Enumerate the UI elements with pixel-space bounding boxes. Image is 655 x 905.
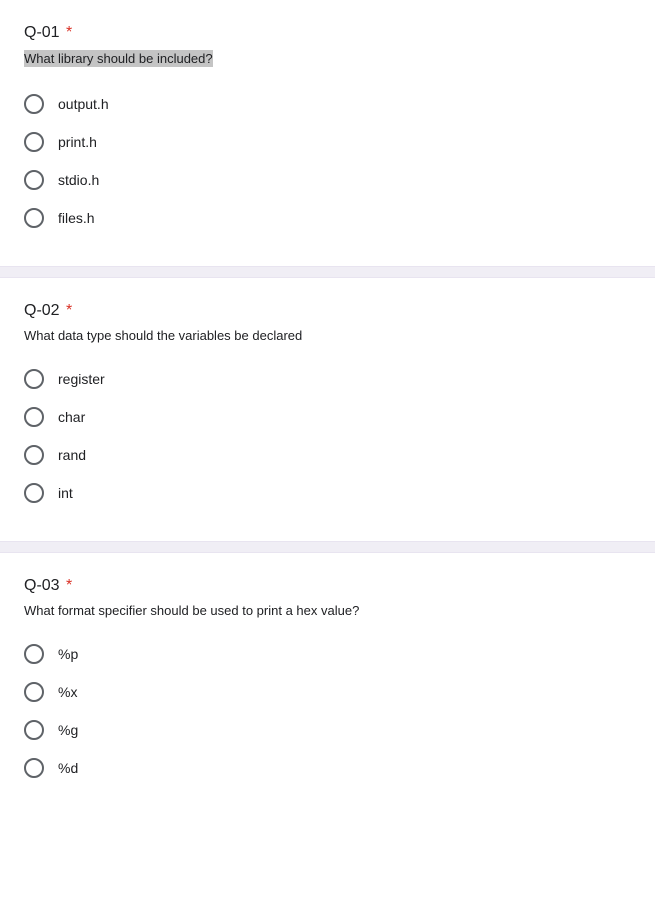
radio-icon [24,170,44,190]
divider [0,266,655,278]
option-label: %p [58,646,78,662]
radio-option[interactable]: files.h [24,208,631,228]
question-block-3: Q-03 * What format specifier should be u… [0,553,655,816]
radio-icon [24,407,44,427]
required-indicator: * [66,577,72,594]
option-label: files.h [58,210,95,226]
question-title: Q-01 * [24,24,631,42]
radio-option[interactable]: %g [24,720,631,740]
radio-icon [24,483,44,503]
radio-icon [24,682,44,702]
radio-option[interactable]: %p [24,644,631,664]
required-indicator: * [66,24,72,41]
divider [0,541,655,553]
radio-option[interactable]: rand [24,445,631,465]
question-description-wrapper: What library should be included? [24,50,631,68]
radio-icon [24,94,44,114]
question-title: Q-03 * [24,577,631,595]
option-label: stdio.h [58,172,99,188]
radio-icon [24,369,44,389]
radio-option[interactable]: %d [24,758,631,778]
question-block-2: Q-02 * What data type should the variabl… [0,278,655,541]
radio-option[interactable]: int [24,483,631,503]
radio-option[interactable]: print.h [24,132,631,152]
question-id: Q-01 [24,24,60,41]
option-list: %p %x %g %d [24,638,631,778]
radio-option[interactable]: char [24,407,631,427]
radio-option[interactable]: register [24,369,631,389]
option-label: output.h [58,96,109,112]
option-label: %x [58,684,77,700]
required-indicator: * [66,302,72,319]
option-list: register char rand int [24,363,631,503]
radio-icon [24,208,44,228]
radio-option[interactable]: stdio.h [24,170,631,190]
question-description: What library should be included? [24,50,213,67]
question-description: What format specifier should be used to … [24,603,631,618]
question-description: What data type should the variables be d… [24,328,631,343]
option-label: print.h [58,134,97,150]
radio-icon [24,445,44,465]
option-label: %d [58,760,78,776]
radio-option[interactable]: output.h [24,94,631,114]
option-label: char [58,409,85,425]
question-block-1: Q-01 * What library should be included? … [0,0,655,266]
radio-icon [24,720,44,740]
radio-icon [24,758,44,778]
option-list: output.h print.h stdio.h files.h [24,88,631,228]
radio-option[interactable]: %x [24,682,631,702]
option-label: int [58,485,73,501]
radio-icon [24,644,44,664]
option-label: rand [58,447,86,463]
radio-icon [24,132,44,152]
question-id: Q-02 [24,302,60,319]
question-title: Q-02 * [24,302,631,320]
question-id: Q-03 [24,577,60,594]
option-label: register [58,371,105,387]
option-label: %g [58,722,78,738]
